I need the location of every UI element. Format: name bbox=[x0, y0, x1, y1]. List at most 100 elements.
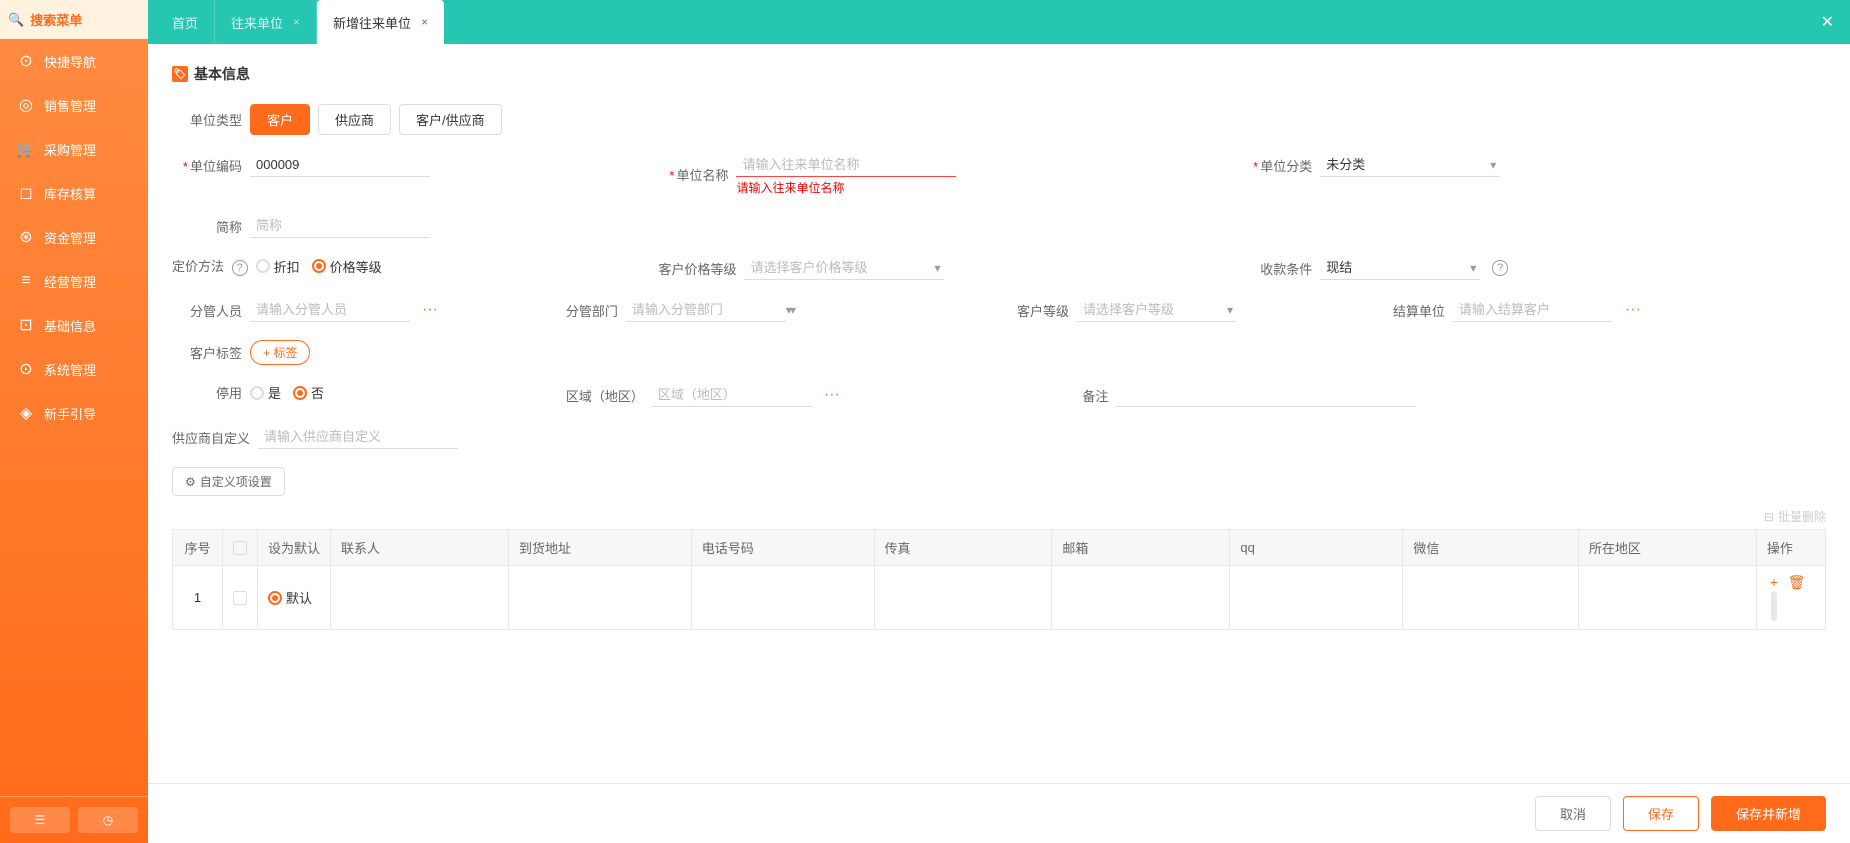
row-region[interactable] bbox=[1578, 566, 1756, 630]
unit-type-both-btn[interactable]: 客户/供应商 bbox=[399, 104, 502, 135]
customer-tag-field: 客户标签 + 标签 bbox=[172, 340, 1826, 365]
add-row-btn[interactable]: + bbox=[1770, 574, 1778, 590]
customer-level-field: 客户等级 请选择客户等级 bbox=[999, 298, 1375, 322]
col-address: 到货地址 bbox=[508, 530, 691, 566]
manager-more-btn[interactable]: ··· bbox=[418, 301, 442, 319]
remark-input[interactable] bbox=[1116, 383, 1416, 407]
row-default-circle bbox=[268, 591, 282, 605]
search-menu-label: 搜索菜单 bbox=[30, 10, 82, 29]
unit-code-input[interactable] bbox=[250, 153, 430, 177]
remark-label: 备注 bbox=[1038, 386, 1108, 405]
row-phone-input[interactable] bbox=[702, 586, 864, 609]
window-close-btn[interactable]: ✕ bbox=[1813, 12, 1842, 32]
supplier-custom-label: 供应商自定义 bbox=[172, 428, 250, 447]
batch-delete-label[interactable]: 批量删除 bbox=[1778, 508, 1826, 525]
row-phone[interactable] bbox=[691, 566, 874, 630]
dept-select-wrapper[interactable]: ▾ bbox=[790, 303, 796, 317]
payment-terms-select[interactable]: 现结 bbox=[1320, 256, 1480, 280]
header-checkbox[interactable] bbox=[233, 541, 247, 555]
sidebar-item-basic[interactable]: ⊡ 基础信息 bbox=[0, 303, 148, 347]
sidebar-item-system[interactable]: ⊙ 系统管理 bbox=[0, 347, 148, 391]
unit-name-label: *单位名称 bbox=[658, 165, 728, 184]
save-button[interactable]: 保存 bbox=[1623, 796, 1699, 831]
sidebar-bottom-btn-1[interactable]: ☰ bbox=[10, 807, 70, 833]
short-name-field: 简称 bbox=[172, 214, 1826, 238]
row-address[interactable] bbox=[508, 566, 691, 630]
manager-input[interactable] bbox=[250, 298, 410, 322]
tab-new-partner[interactable]: 新增往来单位 × bbox=[317, 0, 444, 44]
customer-level-select[interactable]: 请选择客户等级 bbox=[1077, 298, 1237, 322]
sidebar-label-basic: 基础信息 bbox=[44, 316, 96, 335]
unit-category-select[interactable]: 未分类 bbox=[1320, 153, 1500, 177]
settlement-more-btn[interactable]: ··· bbox=[1621, 301, 1645, 319]
sidebar-item-purchase[interactable]: 🛒 采购管理 bbox=[0, 127, 148, 171]
tab-partners[interactable]: 往来单位 × bbox=[215, 0, 317, 44]
short-name-input[interactable] bbox=[250, 214, 430, 238]
delete-row-btn[interactable]: 🗑 bbox=[1788, 574, 1806, 590]
col-checkbox bbox=[223, 530, 258, 566]
search-menu-btn[interactable]: 🔍 搜索菜单 bbox=[0, 0, 148, 39]
tab-home-label: 首页 bbox=[172, 13, 198, 32]
sidebar-item-quick-nav[interactable]: ⊙ 快捷导航 bbox=[0, 39, 148, 83]
row-address-input[interactable] bbox=[519, 586, 681, 609]
batch-delete-icon: ⊟ bbox=[1764, 510, 1774, 524]
row-fax[interactable] bbox=[874, 566, 1052, 630]
sidebar-item-finance[interactable]: ⊛ 资金管理 bbox=[0, 215, 148, 259]
customer-price-level-select[interactable]: 请选择客户价格等级 bbox=[744, 256, 944, 280]
payment-terms-help-icon[interactable]: ? bbox=[1492, 260, 1508, 276]
tab-partners-close[interactable]: × bbox=[293, 15, 300, 29]
row-region-input[interactable] bbox=[1589, 586, 1746, 609]
dept-input[interactable] bbox=[626, 298, 786, 322]
row-email-input[interactable] bbox=[1062, 586, 1219, 609]
tab-bar: 首页 往来单位 × 新增往来单位 × ✕ bbox=[148, 0, 1850, 44]
pricing-discount-radio[interactable]: 折扣 bbox=[256, 257, 300, 276]
disabled-yes-circle bbox=[250, 386, 264, 400]
row-email[interactable] bbox=[1052, 566, 1230, 630]
custom-settings-btn[interactable]: ⚙ 自定义项设置 bbox=[172, 467, 285, 496]
cancel-button[interactable]: 取消 bbox=[1535, 796, 1611, 831]
sidebar-item-guide[interactable]: ◈ 新手引导 bbox=[0, 391, 148, 435]
unit-name-wrapper: 请输入往来单位名称 bbox=[736, 153, 956, 196]
pricing-help-icon[interactable]: ? bbox=[232, 260, 248, 276]
unit-name-input[interactable] bbox=[736, 153, 956, 177]
col-contact: 联系人 bbox=[331, 530, 509, 566]
manager-field: 分管人员 ··· bbox=[172, 298, 548, 322]
disabled-no-radio[interactable]: 否 bbox=[293, 383, 324, 402]
payment-terms-wrapper[interactable]: 现结 bbox=[1320, 256, 1480, 280]
tab-new-partner-close[interactable]: × bbox=[421, 15, 428, 29]
manager-row: 分管人员 ··· 分管部门 ▾ 客户等级 请选择客户等 bbox=[172, 298, 1826, 322]
row-wechat[interactable] bbox=[1403, 566, 1579, 630]
unit-type-supplier-btn[interactable]: 供应商 bbox=[318, 104, 391, 135]
tab-home[interactable]: 首页 bbox=[156, 0, 215, 44]
save-new-button[interactable]: 保存并新增 bbox=[1711, 796, 1826, 831]
row-contact-input[interactable] bbox=[341, 586, 498, 609]
unit-type-field: 单位类型 客户 供应商 客户/供应商 bbox=[172, 104, 1826, 135]
customer-price-level-wrapper[interactable]: 请选择客户价格等级 bbox=[744, 256, 944, 280]
row-checkbox[interactable] bbox=[233, 591, 247, 605]
sidebar-item-operations[interactable]: ≡ 经营管理 bbox=[0, 259, 148, 303]
col-action: 操作 bbox=[1756, 530, 1825, 566]
pricing-level-radio[interactable]: 价格等级 bbox=[312, 257, 382, 276]
section-header: 🏷 基本信息 bbox=[172, 64, 1826, 84]
row-wechat-input[interactable] bbox=[1413, 586, 1568, 609]
disabled-no-label: 否 bbox=[311, 383, 324, 402]
unit-category-select-wrapper[interactable]: 未分类 bbox=[1320, 153, 1500, 177]
sidebar-item-sales[interactable]: ◎ 销售管理 bbox=[0, 83, 148, 127]
region-more-btn[interactable]: ··· bbox=[820, 386, 844, 404]
unit-type-customer-btn[interactable]: 客户 bbox=[250, 104, 310, 135]
region-input[interactable] bbox=[652, 383, 812, 407]
row-qq[interactable] bbox=[1230, 566, 1403, 630]
sidebar-bottom-btn-2[interactable]: ◷ bbox=[78, 807, 138, 833]
customer-level-wrapper[interactable]: 请选择客户等级 bbox=[1077, 298, 1237, 322]
sidebar-label-finance: 资金管理 bbox=[44, 228, 96, 247]
settlement-input[interactable] bbox=[1453, 298, 1613, 322]
supplier-custom-field: 供应商自定义 bbox=[172, 425, 1826, 449]
add-tag-btn[interactable]: + 标签 bbox=[250, 340, 310, 365]
supplier-custom-input[interactable] bbox=[258, 425, 458, 449]
disabled-yes-radio[interactable]: 是 bbox=[250, 383, 281, 402]
row-qq-input[interactable] bbox=[1240, 586, 1392, 609]
row-default-radio[interactable]: 默认 bbox=[268, 588, 320, 607]
row-fax-input[interactable] bbox=[885, 586, 1042, 609]
sidebar-item-inventory[interactable]: ◻ 库存核算 bbox=[0, 171, 148, 215]
row-contact[interactable] bbox=[331, 566, 509, 630]
